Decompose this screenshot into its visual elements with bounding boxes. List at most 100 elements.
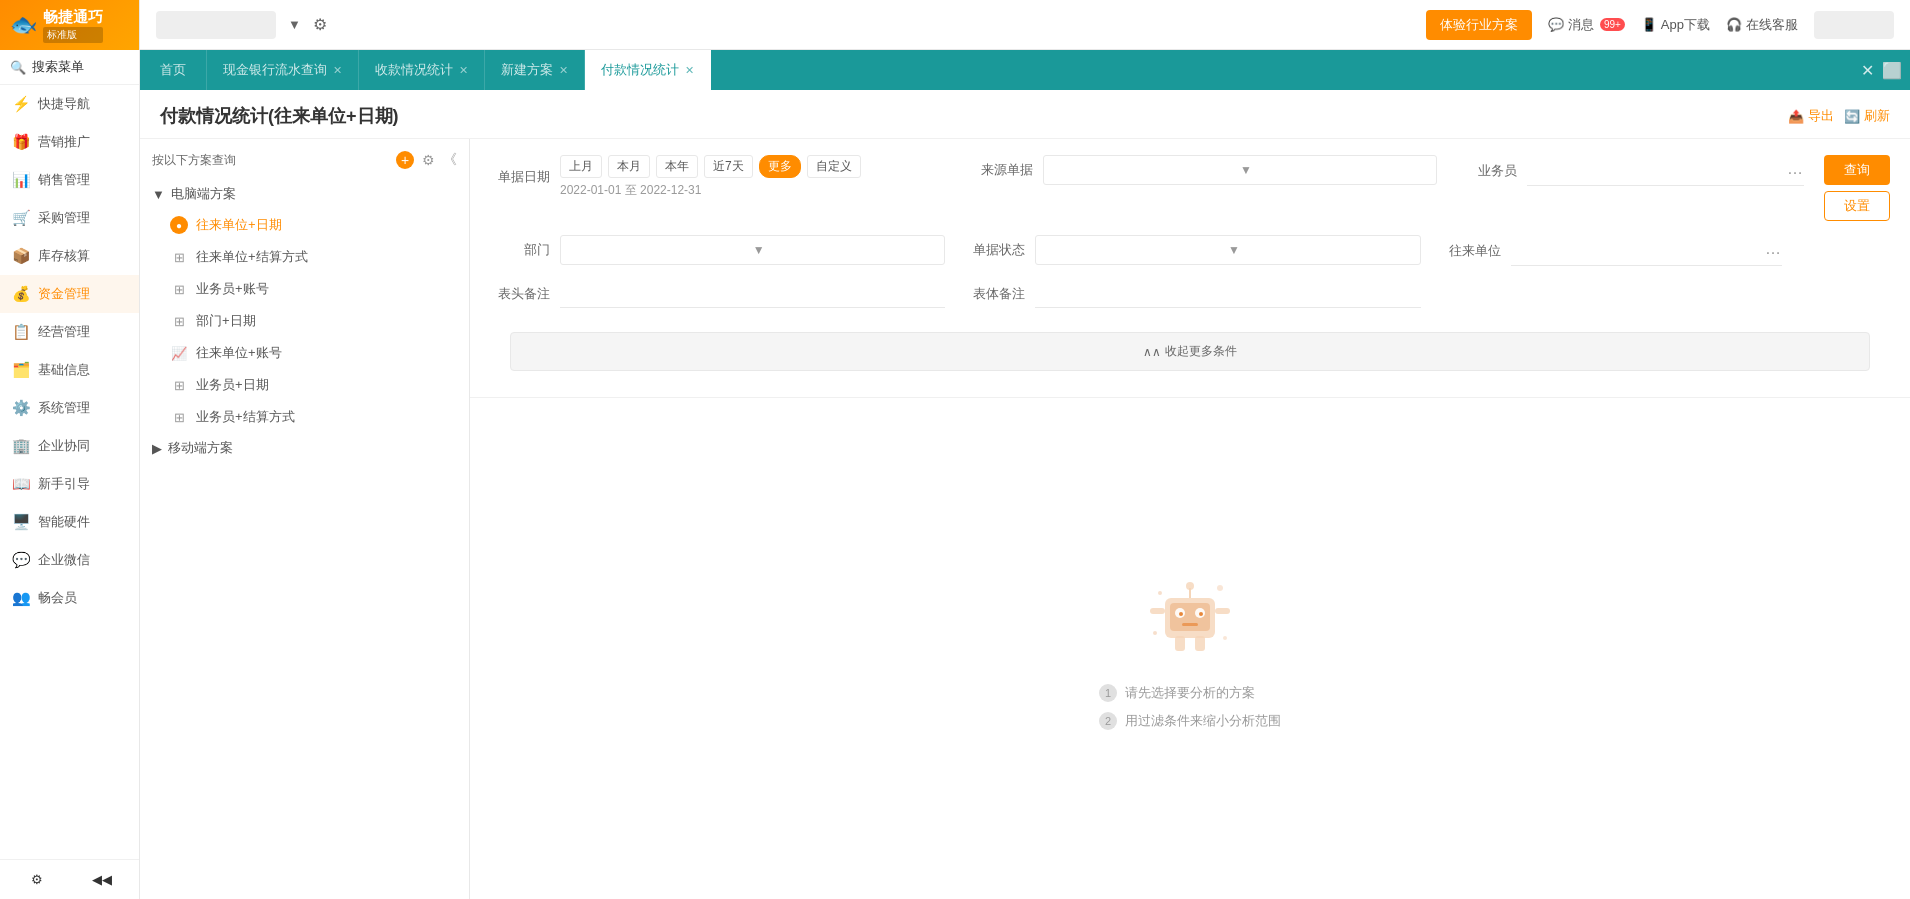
filter-panel: 按以下方案查询 + ⚙ 《 ▼ 电脑端方案 <box>140 139 470 899</box>
sidebar-item-sales[interactable]: 📊 销售管理 <box>0 161 139 199</box>
date-btn-more[interactable]: 更多 <box>759 155 801 178</box>
search-icon: 🔍 <box>10 60 26 75</box>
date-btn-this-year[interactable]: 本年 <box>656 155 698 178</box>
schema-items-desktop: ● 往来单位+日期 ⊞ 往来单位+结算方式 ⊞ 业务员+账号 <box>140 209 469 433</box>
sidebar-item-quick-nav[interactable]: ⚡ 快捷导航 <box>0 85 139 123</box>
schema-section-mobile: ▶ 移动端方案 <box>140 433 469 463</box>
schema-item-dept-date-label: 部门+日期 <box>196 312 256 330</box>
partner-control: … <box>1511 235 1782 266</box>
body-note-input[interactable] <box>1035 280 1420 308</box>
source-select[interactable]: ▼ <box>1043 155 1436 185</box>
sidebar-item-operations[interactable]: 📋 经营管理 <box>0 313 139 351</box>
empty-tip-2: 2 用过滤条件来缩小分析范围 <box>1099 712 1281 730</box>
filter-panel-icons: + ⚙ 《 <box>396 151 457 169</box>
sidebar: 🐟 畅捷通巧 标准版 🔍 搜索菜单 ⚡ 快捷导航 🎁 营销推广 📊 销售管理 <box>0 0 140 899</box>
voucher-status-select[interactable]: ▼ <box>1035 235 1420 265</box>
schema-item-salesperson-account[interactable]: ⊞ 业务员+账号 <box>140 273 469 305</box>
sidebar-item-purchase[interactable]: 🛒 采购管理 <box>0 199 139 237</box>
hardware-icon: 🖥️ <box>12 513 30 531</box>
schema-item-partner-account[interactable]: 📈 往来单位+账号 <box>140 337 469 369</box>
salesperson-dots[interactable]: … <box>1787 160 1804 178</box>
sidebar-item-guide[interactable]: 📖 新手引导 <box>0 465 139 503</box>
schema-item-salesperson-date[interactable]: ⊞ 业务员+日期 <box>140 369 469 401</box>
refresh-btn[interactable]: 🔄 刷新 <box>1844 107 1890 125</box>
date-btn-last-7days[interactable]: 近7天 <box>704 155 753 178</box>
header-note-control <box>560 280 945 308</box>
marketing-icon: 🎁 <box>12 133 30 151</box>
tab-home[interactable]: 首页 <box>140 50 207 90</box>
sidebar-item-weixin[interactable]: 💬 企业微信 <box>0 541 139 579</box>
sidebar-item-system[interactable]: ⚙️ 系统管理 <box>0 389 139 427</box>
dept-select[interactable]: ▼ <box>560 235 945 265</box>
header-note-label: 表头备注 <box>490 285 550 303</box>
search-menu[interactable]: 🔍 搜索菜单 <box>0 50 139 85</box>
message-btn[interactable]: 💬 消息 99+ <box>1548 16 1625 34</box>
dept-date-icon: ⊞ <box>170 312 188 330</box>
partner-dots[interactable]: … <box>1765 240 1782 258</box>
sidebar-item-member[interactable]: 👥 畅会员 <box>0 579 139 617</box>
sidebar-item-label: 基础信息 <box>38 361 90 379</box>
sidebar-item-inventory[interactable]: 📦 库存核算 <box>0 237 139 275</box>
header-settings-icon[interactable]: ⚙ <box>313 15 327 34</box>
collapse-conditions-btn[interactable]: ∧∧ 收起更多条件 <box>510 332 1870 371</box>
empty-tips: 1 请先选择要分析的方案 2 用过滤条件来缩小分析范围 <box>1099 684 1281 730</box>
app-download-btn[interactable]: 📱 App下载 <box>1641 16 1710 34</box>
sidebar-item-hardware[interactable]: 🖥️ 智能硬件 <box>0 503 139 541</box>
date-btn-last-month[interactable]: 上月 <box>560 155 602 178</box>
filter-collapse-icon[interactable]: 《 <box>443 151 457 169</box>
schema-item-dept-date[interactable]: ⊞ 部门+日期 <box>140 305 469 337</box>
tab-bank-flow-close[interactable]: ✕ <box>333 64 342 77</box>
tab-close-all-btn[interactable]: ✕ <box>1861 61 1874 80</box>
company-dropdown[interactable]: ▼ <box>288 17 301 32</box>
export-btn[interactable]: 📤 导出 <box>1788 107 1834 125</box>
tab-receipt-stat[interactable]: 收款情况统计 ✕ <box>359 50 485 90</box>
filter-add-icon[interactable]: + <box>396 151 414 169</box>
user-avatar[interactable] <box>1814 11 1894 39</box>
date-btn-this-month[interactable]: 本月 <box>608 155 650 178</box>
sidebar-collapse-btn[interactable]: ◀◀ <box>74 868 132 891</box>
filter-settings-icon[interactable]: ⚙ <box>422 152 435 168</box>
tab-payment-stat-close[interactable]: ✕ <box>685 64 694 77</box>
filter-panel-title: 按以下方案查询 <box>152 152 236 169</box>
schema-section-mobile-header[interactable]: ▶ 移动端方案 <box>140 433 469 463</box>
body-note-control <box>1035 280 1420 308</box>
tab-payment-stat[interactable]: 付款情况统计 ✕ <box>585 50 711 90</box>
tab-receipt-stat-close[interactable]: ✕ <box>459 64 468 77</box>
empty-tip-1: 1 请先选择要分析的方案 <box>1099 684 1281 702</box>
svg-rect-6 <box>1182 623 1198 626</box>
tip-1-text: 请先选择要分析的方案 <box>1125 684 1255 702</box>
form-settings-btn[interactable]: 设置 <box>1824 191 1890 221</box>
schema-item-salesperson-settle[interactable]: ⊞ 业务员+结算方式 <box>140 401 469 433</box>
date-btn-custom[interactable]: 自定义 <box>807 155 861 178</box>
tab-new-plan[interactable]: 新建方案 ✕ <box>485 50 585 90</box>
online-service-btn[interactable]: 🎧 在线客服 <box>1726 16 1798 34</box>
refresh-label: 刷新 <box>1864 107 1890 125</box>
sidebar-item-label: 企业协同 <box>38 437 90 455</box>
message-badge: 99+ <box>1600 18 1625 31</box>
source-label: 来源单据 <box>973 161 1033 179</box>
tab-bank-flow[interactable]: 现金银行流水查询 ✕ <box>207 50 359 90</box>
trial-btn[interactable]: 体验行业方案 <box>1426 10 1532 40</box>
sidebar-item-marketing[interactable]: 🎁 营销推广 <box>0 123 139 161</box>
sidebar-item-enterprise[interactable]: 🏢 企业协同 <box>0 427 139 465</box>
partner-input[interactable] <box>1511 235 1765 263</box>
app-icon: 📱 <box>1641 17 1657 32</box>
schema-section-desktop-header[interactable]: ▼ 电脑端方案 <box>140 179 469 209</box>
salesperson-label: 业务员 <box>1457 162 1517 180</box>
tab-payment-stat-label: 付款情况统计 <box>601 61 679 79</box>
voucher-status-arrow: ▼ <box>1228 243 1412 257</box>
empty-state: 1 请先选择要分析的方案 2 用过滤条件来缩小分析范围 <box>470 398 1910 899</box>
sidebar-item-label: 资金管理 <box>38 285 90 303</box>
sidebar-settings-btn[interactable]: ⚙ <box>8 868 66 891</box>
header-note-input[interactable] <box>560 280 945 308</box>
schema-item-partner-date[interactable]: ● 往来单位+日期 <box>140 209 469 241</box>
sidebar-item-basic[interactable]: 🗂️ 基础信息 <box>0 351 139 389</box>
sidebar-item-label: 畅会员 <box>38 589 77 607</box>
tab-maximize-btn[interactable]: ⬜ <box>1882 61 1902 80</box>
schema-item-partner-settle[interactable]: ⊞ 往来单位+结算方式 <box>140 241 469 273</box>
sidebar-item-capital[interactable]: 💰 资金管理 <box>0 275 139 313</box>
query-btn[interactable]: 查询 <box>1824 155 1890 185</box>
date-control: 上月 本月 本年 近7天 更多 自定义 2022-01-01 至 2022-12… <box>560 155 953 199</box>
salesperson-input[interactable] <box>1527 155 1787 183</box>
tab-new-plan-close[interactable]: ✕ <box>559 64 568 77</box>
